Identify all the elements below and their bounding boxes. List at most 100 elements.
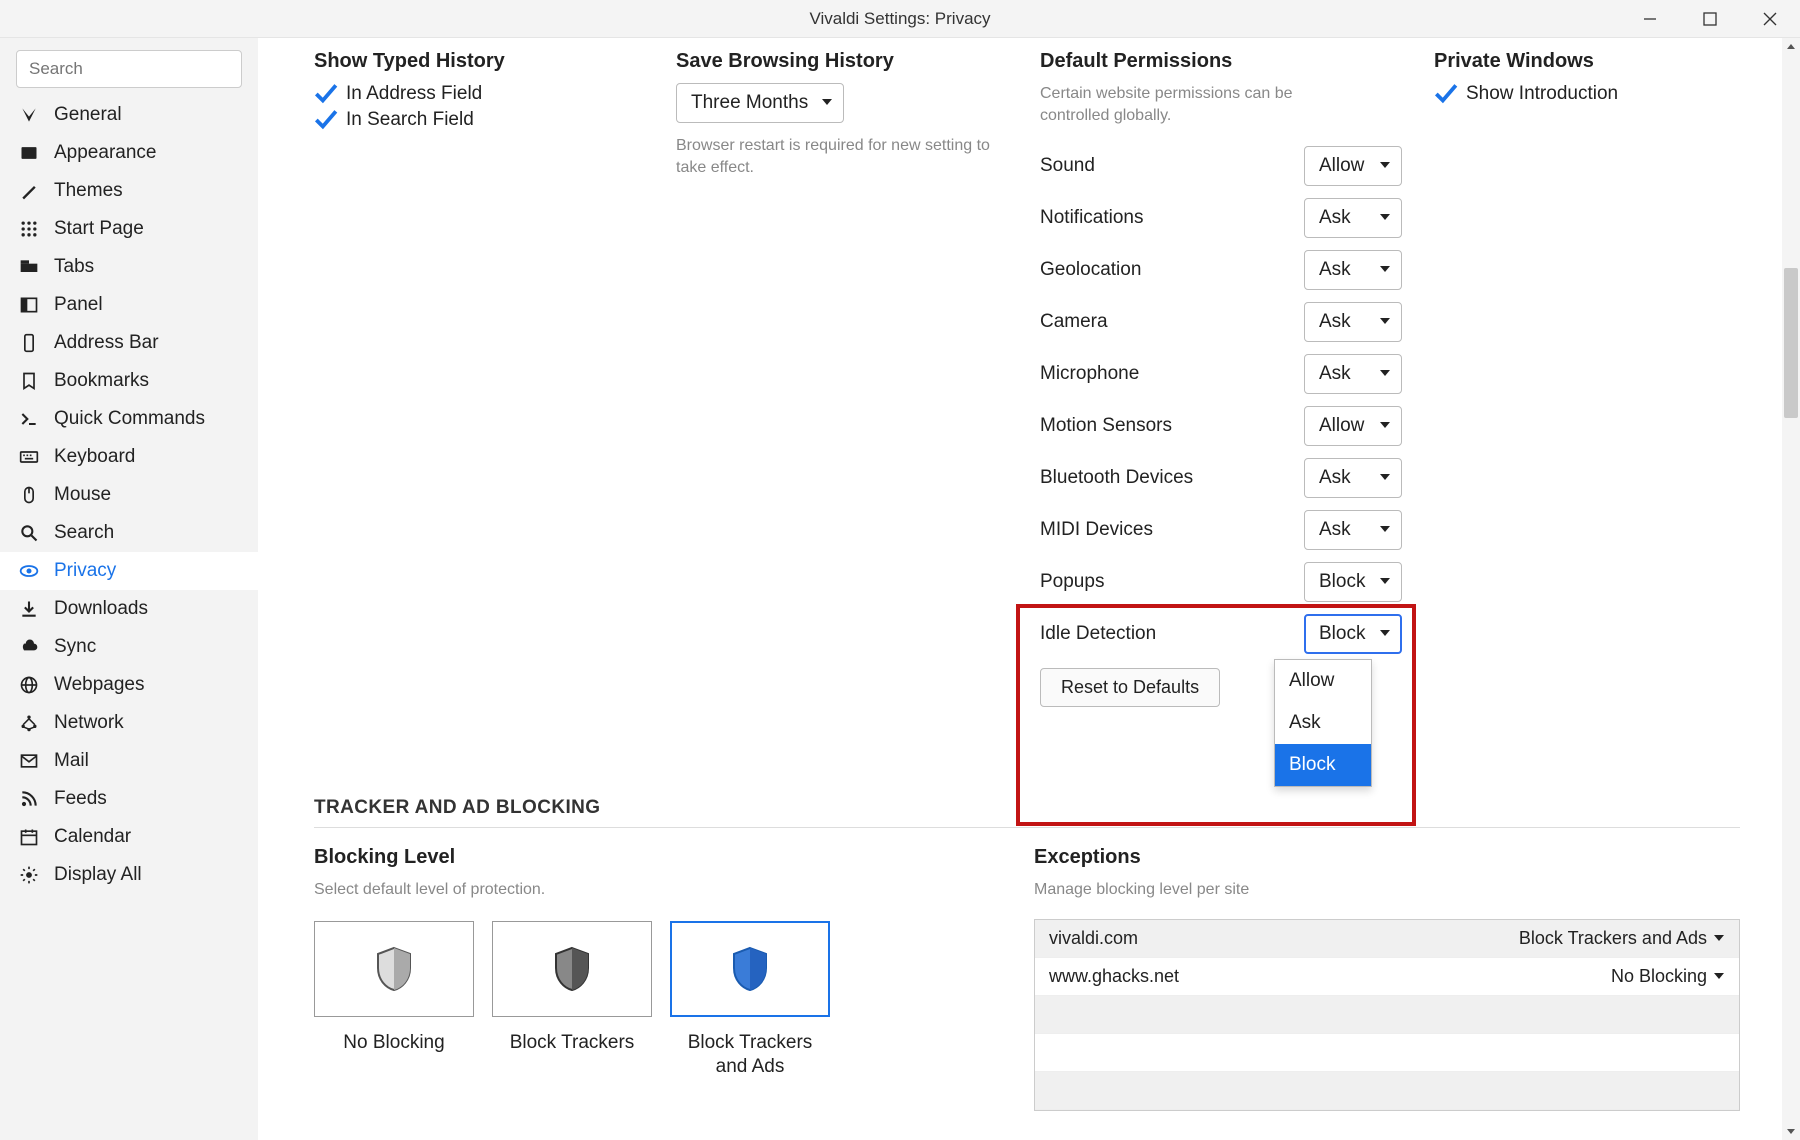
scroll-down-button[interactable] [1782, 1122, 1800, 1140]
titlebar: Vivaldi Settings: Privacy [0, 0, 1800, 38]
permission-label: MIDI Devices [1040, 519, 1153, 541]
reset-defaults-button[interactable]: Reset to Defaults [1040, 668, 1220, 707]
permission-select[interactable]: Ask [1304, 458, 1402, 498]
tabs-icon [18, 256, 40, 278]
search-icon [18, 522, 40, 544]
exception-row[interactable]: www.ghacks.netNo Blocking [1035, 958, 1739, 996]
sidebar-item-label: Themes [54, 180, 123, 202]
blocking-level-no-blocking[interactable]: No Blocking [314, 921, 474, 1079]
sidebar-item-calendar[interactable]: Calendar [0, 818, 258, 856]
maximize-button[interactable] [1680, 0, 1740, 38]
permission-row-midi-devices: MIDI Devices Ask [1040, 510, 1402, 550]
sidebar-item-general[interactable]: General [0, 96, 258, 134]
exception-row-empty [1035, 1034, 1739, 1072]
exception-level-select[interactable]: Block Trackers and Ads [1519, 928, 1725, 949]
shield-icon [314, 921, 474, 1017]
select-value: Ask [1319, 467, 1351, 489]
privacy-icon [18, 560, 40, 582]
sidebar-item-display-all[interactable]: Display All [0, 856, 258, 894]
sidebar-item-bookmarks[interactable]: Bookmarks [0, 362, 258, 400]
sidebar-item-mail[interactable]: Mail [0, 742, 258, 780]
sidebar-item-network[interactable]: Network [0, 704, 258, 742]
sidebar-item-mouse[interactable]: Mouse [0, 476, 258, 514]
sidebar-item-themes[interactable]: Themes [0, 172, 258, 210]
permission-label: Microphone [1040, 363, 1139, 385]
select-value: Allow [1319, 415, 1364, 437]
calendar-icon [18, 826, 40, 848]
permission-select[interactable]: Ask [1304, 354, 1402, 394]
sidebar-item-label: Display All [54, 864, 142, 886]
display-all-icon [18, 864, 40, 886]
sidebar-item-privacy[interactable]: Privacy [0, 552, 258, 590]
minimize-button[interactable] [1620, 0, 1680, 38]
webpages-icon [18, 674, 40, 696]
permission-select[interactable]: Ask [1304, 198, 1402, 238]
permission-select[interactable]: Allow [1304, 146, 1402, 186]
scroll-up-button[interactable] [1782, 38, 1800, 56]
sidebar-item-downloads[interactable]: Downloads [0, 590, 258, 628]
sidebar-item-label: Feeds [54, 788, 107, 810]
blocking-level-label: Block Trackers [492, 1031, 652, 1055]
permission-row-popups: Popups Block [1040, 562, 1402, 602]
settings-search-input[interactable] [16, 50, 242, 88]
sidebar-item-feeds[interactable]: Feeds [0, 780, 258, 818]
sidebar-item-start-page[interactable]: Start Page [0, 210, 258, 248]
typed-history-search-checkbox[interactable]: In Search Field [314, 109, 676, 131]
chevron-down-icon [1379, 207, 1391, 229]
blocking-level-title: Blocking Level [314, 846, 1034, 869]
dropdown-option-block[interactable]: Block [1275, 744, 1371, 786]
chevron-down-icon [821, 92, 833, 114]
permission-select[interactable]: Block [1304, 562, 1402, 602]
sidebar-item-label: Start Page [54, 218, 144, 240]
dropdown-option-ask[interactable]: Ask [1275, 702, 1371, 744]
typed-history-address-checkbox[interactable]: In Address Field [314, 83, 676, 105]
permission-row-camera: CameraAsk [1040, 302, 1402, 342]
sidebar-item-sync[interactable]: Sync [0, 628, 258, 666]
blocking-level-block-trackers-and-ads[interactable]: Block Trackers and Ads [670, 921, 830, 1079]
permission-label: Popups [1040, 571, 1104, 593]
exception-level-select[interactable]: No Blocking [1611, 966, 1725, 987]
permission-label: Motion Sensors [1040, 415, 1172, 437]
scroll-thumb[interactable] [1784, 268, 1798, 418]
permission-row-bluetooth-devices: Bluetooth DevicesAsk [1040, 458, 1402, 498]
keyboard-icon [18, 446, 40, 468]
permission-select[interactable]: Allow [1304, 406, 1402, 446]
permission-select[interactable]: Ask [1304, 510, 1402, 550]
sidebar-item-quick-commands[interactable]: Quick Commands [0, 400, 258, 438]
settings-content: Show Typed History In Address Field In S… [258, 38, 1800, 1140]
address-bar-icon [18, 332, 40, 354]
sidebar-item-appearance[interactable]: Appearance [0, 134, 258, 172]
permission-select[interactable]: Ask [1304, 250, 1402, 290]
select-value: Block [1319, 623, 1365, 645]
show-introduction-checkbox[interactable]: Show Introduction [1434, 83, 1740, 105]
window-controls [1620, 0, 1800, 38]
permission-row-idle-detection: Idle DetectionBlock [1040, 614, 1402, 654]
scrollbar[interactable] [1782, 38, 1800, 1140]
chevron-down-icon [1379, 363, 1391, 385]
exceptions-hint: Manage blocking level per site [1034, 879, 1740, 901]
sidebar-item-panel[interactable]: Panel [0, 286, 258, 324]
exception-row[interactable]: vivaldi.comBlock Trackers and Ads [1035, 920, 1739, 958]
save-history-title: Save Browsing History [676, 50, 1040, 73]
checkbox-checked-icon [1434, 83, 1456, 105]
close-button[interactable] [1740, 0, 1800, 38]
permission-select[interactable]: Block [1304, 614, 1402, 654]
blocking-level-block-trackers[interactable]: Block Trackers [492, 921, 652, 1079]
permission-dropdown-menu[interactable]: AllowAskBlock [1274, 659, 1372, 787]
dropdown-option-allow[interactable]: Allow [1275, 660, 1371, 702]
blocking-level-hint: Select default level of protection. [314, 879, 1034, 901]
sidebar-item-address-bar[interactable]: Address Bar [0, 324, 258, 362]
chevron-down-icon [1379, 415, 1391, 437]
select-value: Ask [1319, 519, 1351, 541]
checkbox-label: In Address Field [346, 83, 482, 105]
select-value: Three Months [691, 92, 808, 114]
permission-select[interactable]: Ask [1304, 302, 1402, 342]
sidebar-item-search[interactable]: Search [0, 514, 258, 552]
permission-row-sound: SoundAllow [1040, 146, 1402, 186]
sidebar-item-webpages[interactable]: Webpages [0, 666, 258, 704]
chevron-down-icon [1379, 571, 1391, 593]
exception-level-value: No Blocking [1611, 966, 1707, 987]
save-history-select[interactable]: Three Months [676, 83, 844, 123]
sidebar-item-tabs[interactable]: Tabs [0, 248, 258, 286]
sidebar-item-keyboard[interactable]: Keyboard [0, 438, 258, 476]
